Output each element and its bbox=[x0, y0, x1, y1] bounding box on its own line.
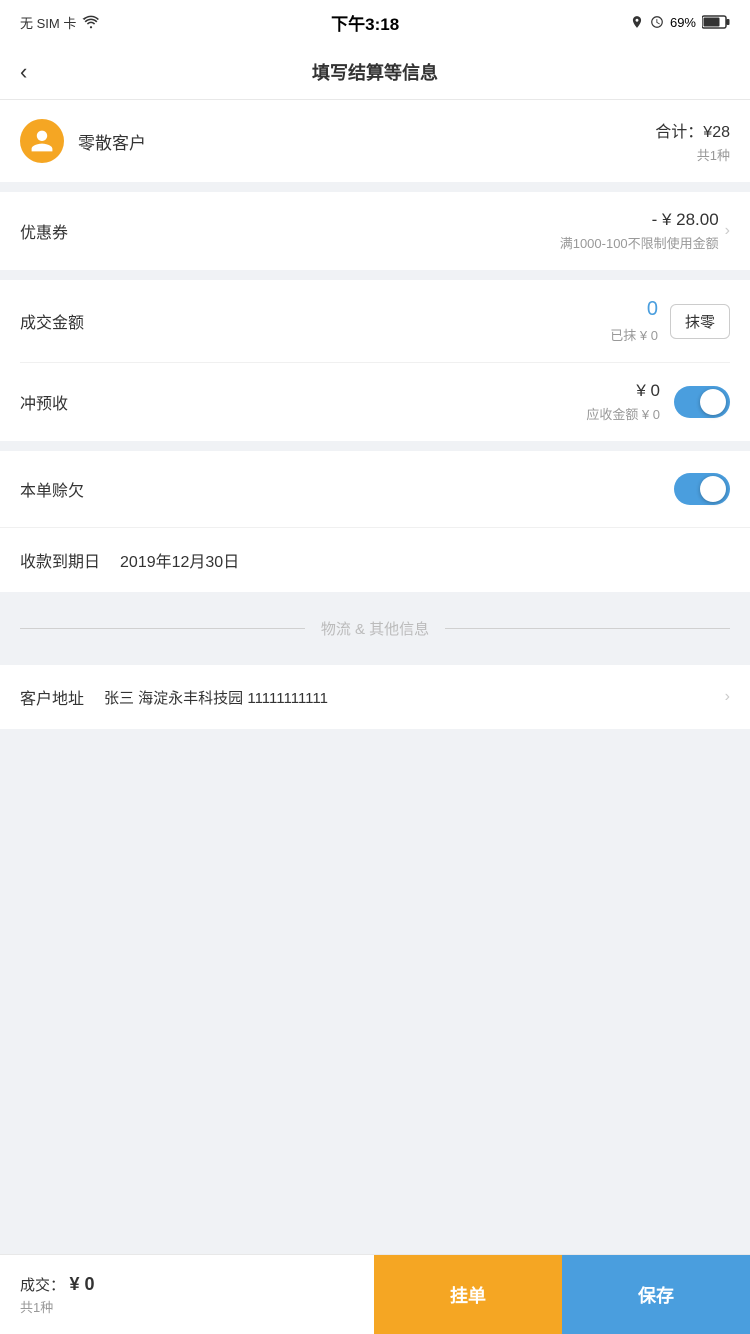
battery-text: 69% bbox=[670, 15, 696, 30]
credit-toggle[interactable] bbox=[674, 473, 730, 505]
prepay-sub-amount: 应收金额 ¥ 0 bbox=[586, 404, 660, 423]
deal-amount-sub: 已抹 ¥ 0 bbox=[610, 325, 658, 344]
deal-amount-value: 0 bbox=[647, 298, 658, 321]
coupon-row[interactable]: 优惠券 - ¥ 28.00 满1000-100不限制使用金额 › bbox=[0, 192, 750, 270]
coupon-label: 优惠券 bbox=[20, 219, 68, 243]
logistics-label: 物流 & 其他信息 bbox=[305, 618, 445, 639]
battery-icon bbox=[702, 15, 730, 29]
customer-info: 零散客户 bbox=[20, 119, 146, 163]
bottom-deal-count: 共1种 bbox=[20, 1297, 354, 1316]
user-avatar-icon bbox=[29, 128, 55, 154]
credit-section: 本单赊欠 收款到期日 2019年12月30日 bbox=[0, 451, 750, 592]
prepay-row: 冲预收 ¥ 0 应收金额 ¥ 0 bbox=[0, 363, 750, 441]
back-button[interactable]: ‹ bbox=[20, 59, 27, 85]
bottom-bar: 成交： ¥ 0 共1种 挂单 保存 bbox=[0, 1254, 750, 1334]
due-date-label: 收款到期日 bbox=[20, 548, 100, 572]
prepay-right: ¥ 0 应收金额 ¥ 0 bbox=[586, 381, 730, 423]
total-count: 共1种 bbox=[655, 145, 730, 164]
status-left: 无 SIM 卡 bbox=[20, 13, 100, 32]
hang-button[interactable]: 挂单 bbox=[374, 1255, 562, 1334]
avatar bbox=[20, 119, 64, 163]
bottom-deal-amount: ¥ 0 bbox=[69, 1274, 94, 1294]
due-date-row: 收款到期日 2019年12月30日 bbox=[0, 527, 750, 592]
address-value: 张三 海淀永丰科技园 11111111111 bbox=[104, 687, 725, 708]
deal-amount-col: 0 已抹 ¥ 0 bbox=[610, 298, 658, 344]
credit-toggle-knob bbox=[700, 476, 726, 502]
page-title: 填写结算等信息 bbox=[312, 59, 438, 85]
bottom-deal-label: 成交： bbox=[20, 1277, 65, 1294]
address-right: › bbox=[725, 688, 730, 706]
toggle-knob bbox=[700, 389, 726, 415]
deal-amount-row: 成交金额 0 已抹 ¥ 0 抹零 bbox=[0, 280, 750, 362]
prepay-main-amount: ¥ 0 bbox=[586, 381, 660, 401]
status-bar: 无 SIM 卡 下午3:18 69% bbox=[0, 0, 750, 44]
address-label: 客户地址 bbox=[20, 685, 90, 709]
chevron-right-icon: › bbox=[725, 222, 730, 240]
coupon-discount: - ¥ 28.00 bbox=[560, 210, 719, 230]
save-button[interactable]: 保存 bbox=[562, 1255, 750, 1334]
deal-amount-right: 0 已抹 ¥ 0 抹零 bbox=[610, 298, 730, 344]
logistics-section: 物流 & 其他信息 bbox=[0, 602, 750, 655]
total-amount: 合计：¥28 bbox=[655, 118, 730, 142]
credit-label: 本单赊欠 bbox=[20, 477, 84, 501]
prepay-label: 冲预收 bbox=[20, 390, 68, 414]
status-time: 下午3:18 bbox=[331, 10, 399, 35]
alarm-icon bbox=[650, 15, 664, 29]
coupon-desc: 满1000-100不限制使用金额 bbox=[560, 233, 719, 252]
customer-card: 零散客户 合计：¥28 共1种 bbox=[0, 100, 750, 182]
sim-label: 无 SIM 卡 bbox=[20, 13, 76, 32]
logistics-divider-right bbox=[445, 628, 730, 629]
coupon-right: - ¥ 28.00 满1000-100不限制使用金额 › bbox=[560, 210, 730, 252]
round-zero-button[interactable]: 抹零 bbox=[670, 304, 730, 339]
logistics-divider-left bbox=[20, 628, 305, 629]
bottom-left: 成交： ¥ 0 共1种 bbox=[0, 1274, 374, 1316]
bottom-deal-row: 成交： ¥ 0 bbox=[20, 1274, 354, 1295]
customer-name: 零散客户 bbox=[78, 129, 146, 154]
credit-row: 本单赊欠 bbox=[0, 451, 750, 527]
customer-total: 合计：¥28 共1种 bbox=[655, 118, 730, 164]
status-right: 69% bbox=[630, 15, 730, 30]
location-icon bbox=[630, 15, 644, 29]
prepay-amounts: ¥ 0 应收金额 ¥ 0 bbox=[586, 381, 660, 423]
prepay-toggle[interactable] bbox=[674, 386, 730, 418]
main-content: 零散客户 合计：¥28 共1种 优惠券 - ¥ 28.00 满1000-100不… bbox=[0, 100, 750, 839]
deal-section: 成交金额 0 已抹 ¥ 0 抹零 冲预收 ¥ 0 应收金额 ¥ 0 bbox=[0, 280, 750, 441]
address-chevron-icon: › bbox=[725, 688, 730, 706]
address-row[interactable]: 客户地址 张三 海淀永丰科技园 11111111111 › bbox=[0, 665, 750, 729]
wifi-icon bbox=[82, 15, 100, 29]
nav-bar: ‹ 填写结算等信息 bbox=[0, 44, 750, 100]
deal-amount-label: 成交金额 bbox=[20, 309, 84, 333]
due-date-value: 2019年12月30日 bbox=[120, 548, 239, 572]
